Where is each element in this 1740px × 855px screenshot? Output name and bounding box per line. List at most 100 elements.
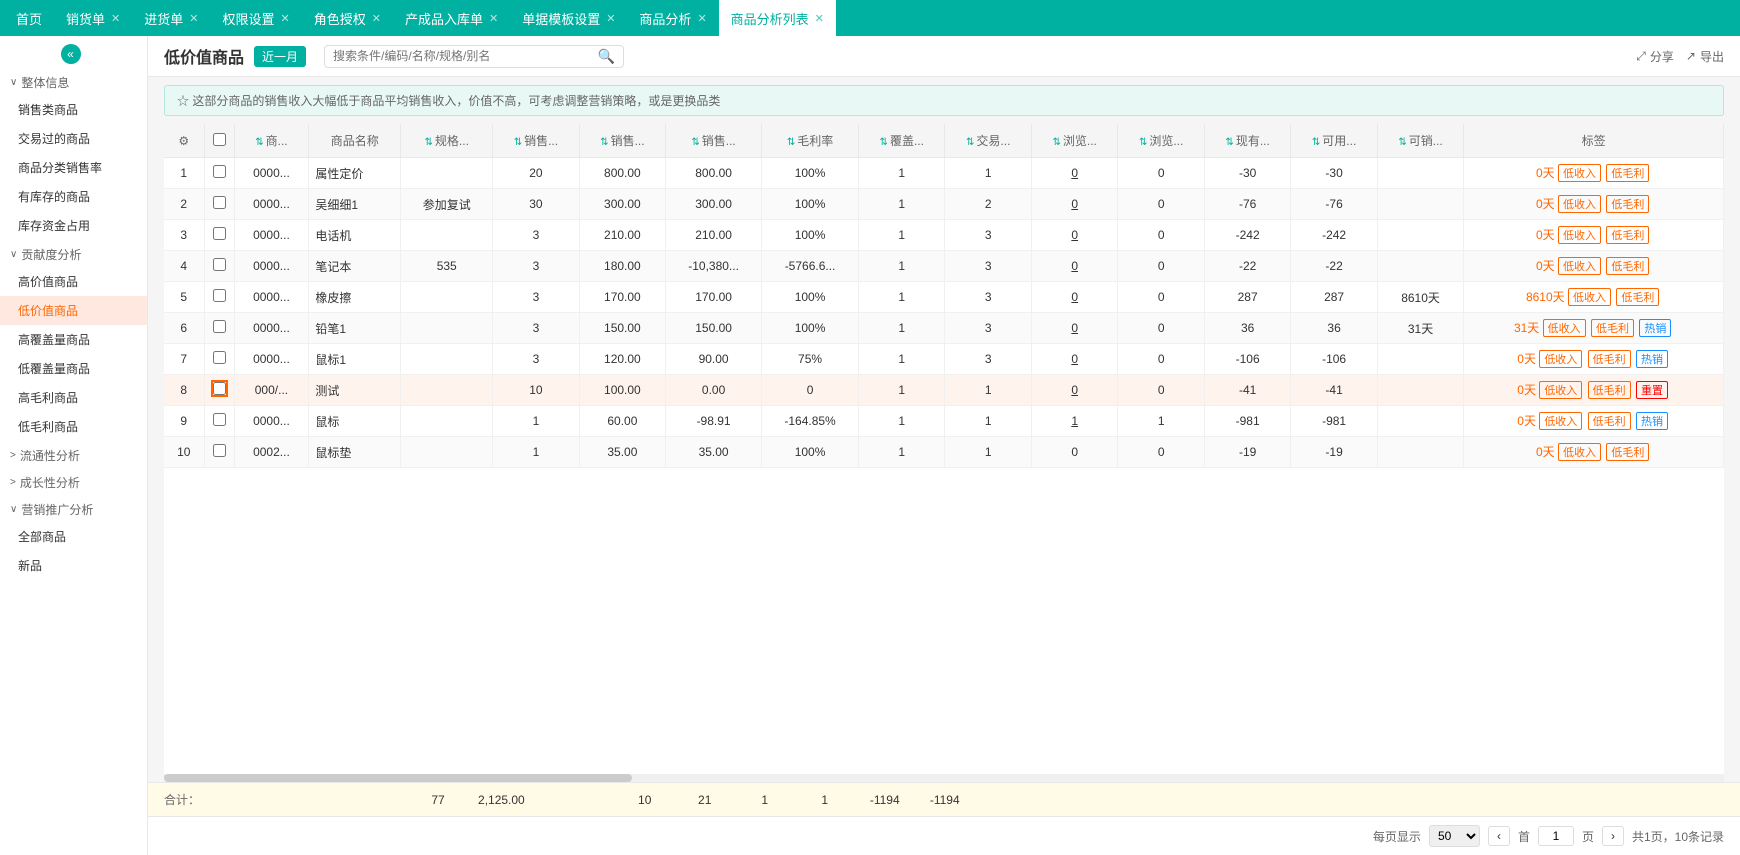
row-name[interactable]: 鼠标1 — [309, 344, 401, 375]
next-page-btn[interactable]: › — [1602, 826, 1624, 846]
th-trade[interactable]: 交易... — [945, 124, 1031, 158]
page-input[interactable] — [1538, 826, 1574, 846]
row-view1[interactable]: 1 — [1031, 406, 1117, 437]
th-checkbox[interactable] — [204, 124, 234, 158]
nav-analysis[interactable]: 商品分析 ✕ — [627, 0, 718, 36]
th-sale-amt[interactable]: 销售... — [579, 124, 665, 158]
time-tag-btn[interactable]: 近一月 — [254, 46, 306, 67]
sidebar-item-low-coverage[interactable]: 低覆盖量商品 — [0, 354, 147, 383]
row-name[interactable]: 橡皮擦 — [309, 282, 401, 313]
sidebar-item-traded-products[interactable]: 交易过的商品 — [0, 124, 147, 153]
sidebar-group-contribution[interactable]: ∨ 贡献度分析 — [0, 240, 147, 267]
nav-home[interactable]: 首页 — [4, 0, 54, 36]
th-name[interactable]: 商品名称 — [309, 124, 401, 158]
sidebar-item-stock-products[interactable]: 有库存的商品 — [0, 182, 147, 211]
sidebar-item-capital[interactable]: 库存资金占用 — [0, 211, 147, 240]
export-btn[interactable]: ↗ 导出 — [1686, 48, 1724, 65]
nav-role-close[interactable]: ✕ — [372, 12, 381, 25]
row-code[interactable]: 0000... — [234, 344, 309, 375]
horizontal-scrollbar[interactable] — [164, 774, 1724, 782]
nav-permission[interactable]: 权限设置 ✕ — [210, 0, 301, 36]
sidebar-group-circulation[interactable]: > 流通性分析 — [0, 441, 147, 468]
sidebar-item-low-value[interactable]: 低价值商品 — [0, 296, 147, 325]
th-sale-profit[interactable]: 销售... — [666, 124, 762, 158]
row-view1[interactable]: 0 — [1031, 375, 1117, 406]
th-view1[interactable]: 浏览... — [1031, 124, 1117, 158]
sidebar-item-high-margin[interactable]: 高毛利商品 — [0, 383, 147, 412]
row-name[interactable]: 鼠标 — [309, 406, 401, 437]
row-checkbox[interactable] — [204, 344, 234, 375]
row-name[interactable]: 电话机 — [309, 220, 401, 251]
row-name[interactable]: 吴细细1 — [309, 189, 401, 220]
nav-product-in[interactable]: 产成品入库单 ✕ — [393, 0, 510, 36]
row-view1[interactable]: 0 — [1031, 313, 1117, 344]
nav-role[interactable]: 角色授权 ✕ — [302, 0, 393, 36]
row-name[interactable]: 属性定价 — [309, 158, 401, 189]
th-coverage[interactable]: 覆盖... — [859, 124, 945, 158]
sidebar-item-sales-products[interactable]: 销售类商品 — [0, 95, 147, 124]
row-checkbox[interactable] — [204, 158, 234, 189]
nav-purchase[interactable]: 进货单 ✕ — [132, 0, 210, 36]
row-code[interactable]: 0000... — [234, 189, 309, 220]
row-name[interactable]: 鼠标垫 — [309, 437, 401, 468]
sidebar-item-all-products[interactable]: 全部商品 — [0, 522, 147, 551]
sidebar-group-marketing[interactable]: ∨ 营销推广分析 — [0, 495, 147, 522]
row-code[interactable]: 000/... — [234, 375, 309, 406]
th-avail[interactable]: 可用... — [1291, 124, 1377, 158]
row-code[interactable]: 0000... — [234, 406, 309, 437]
th-settings[interactable]: ⚙ — [164, 124, 204, 158]
row-checkbox[interactable] — [204, 375, 234, 406]
row-view1[interactable]: 0 — [1031, 251, 1117, 282]
nav-analysis-close[interactable]: ✕ — [697, 12, 706, 25]
row-view1[interactable]: 0 — [1031, 158, 1117, 189]
nav-template[interactable]: 单据模板设置 ✕ — [510, 0, 627, 36]
row-code[interactable]: 0000... — [234, 251, 309, 282]
th-sale-qty[interactable]: 销售... — [493, 124, 579, 158]
row-name[interactable]: 笔记本 — [309, 251, 401, 282]
sidebar-collapse-btn[interactable]: « — [61, 44, 81, 64]
nav-template-close[interactable]: ✕ — [606, 12, 615, 25]
sidebar-group-overall[interactable]: ∨ 整体信息 — [0, 68, 147, 95]
row-checkbox[interactable] — [204, 220, 234, 251]
nav-analysis-list[interactable]: 商品分析列表 ✕ — [719, 0, 836, 36]
sidebar-item-new-products[interactable]: 新品 — [0, 551, 147, 580]
first-page-btn[interactable]: ‹ — [1488, 826, 1510, 846]
nav-product-in-close[interactable]: ✕ — [489, 12, 498, 25]
th-code[interactable]: 商... — [234, 124, 309, 158]
sidebar-group-growth[interactable]: > 成长性分析 — [0, 468, 147, 495]
row-code[interactable]: 0000... — [234, 220, 309, 251]
search-input[interactable] — [333, 49, 598, 63]
select-all-checkbox[interactable] — [213, 133, 226, 146]
row-view1[interactable]: 0 — [1031, 189, 1117, 220]
th-spec[interactable]: 规格... — [401, 124, 493, 158]
sidebar-item-high-value[interactable]: 高价值商品 — [0, 267, 147, 296]
row-view1[interactable]: 0 — [1031, 344, 1117, 375]
nav-analysis-list-close[interactable]: ✕ — [815, 12, 824, 25]
sidebar-item-high-coverage[interactable]: 高覆盖量商品 — [0, 325, 147, 354]
row-code[interactable]: 0000... — [234, 158, 309, 189]
share-btn[interactable]: ⤢ 分享 — [1636, 48, 1674, 65]
sidebar-item-low-margin[interactable]: 低毛利商品 — [0, 412, 147, 441]
sidebar-item-category-rate[interactable]: 商品分类销售率 — [0, 153, 147, 182]
row-checkbox[interactable] — [204, 437, 234, 468]
row-view1[interactable]: 0 — [1031, 282, 1117, 313]
row-code[interactable]: 0000... — [234, 282, 309, 313]
nav-permission-close[interactable]: ✕ — [281, 12, 290, 25]
page-size-select[interactable]: 50 100 200 — [1429, 825, 1480, 847]
row-name[interactable]: 铅笔1 — [309, 313, 401, 344]
th-gross-rate[interactable]: 毛利率 — [762, 124, 859, 158]
nav-purchase-close[interactable]: ✕ — [189, 12, 198, 25]
scrollbar-thumb[interactable] — [164, 774, 632, 782]
row-checkbox[interactable] — [204, 251, 234, 282]
row-checkbox[interactable] — [204, 406, 234, 437]
row-checkbox[interactable] — [204, 282, 234, 313]
row-checkbox[interactable] — [204, 313, 234, 344]
th-stock[interactable]: 现有... — [1204, 124, 1290, 158]
row-name[interactable]: 测试 — [309, 375, 401, 406]
th-saleable[interactable]: 可销... — [1377, 124, 1463, 158]
row-code[interactable]: 0002... — [234, 437, 309, 468]
nav-sales[interactable]: 销货单 ✕ — [54, 0, 132, 36]
row-view1[interactable]: 0 — [1031, 220, 1117, 251]
th-view2[interactable]: 浏览... — [1118, 124, 1204, 158]
settings-icon[interactable]: ⚙ — [178, 134, 189, 148]
